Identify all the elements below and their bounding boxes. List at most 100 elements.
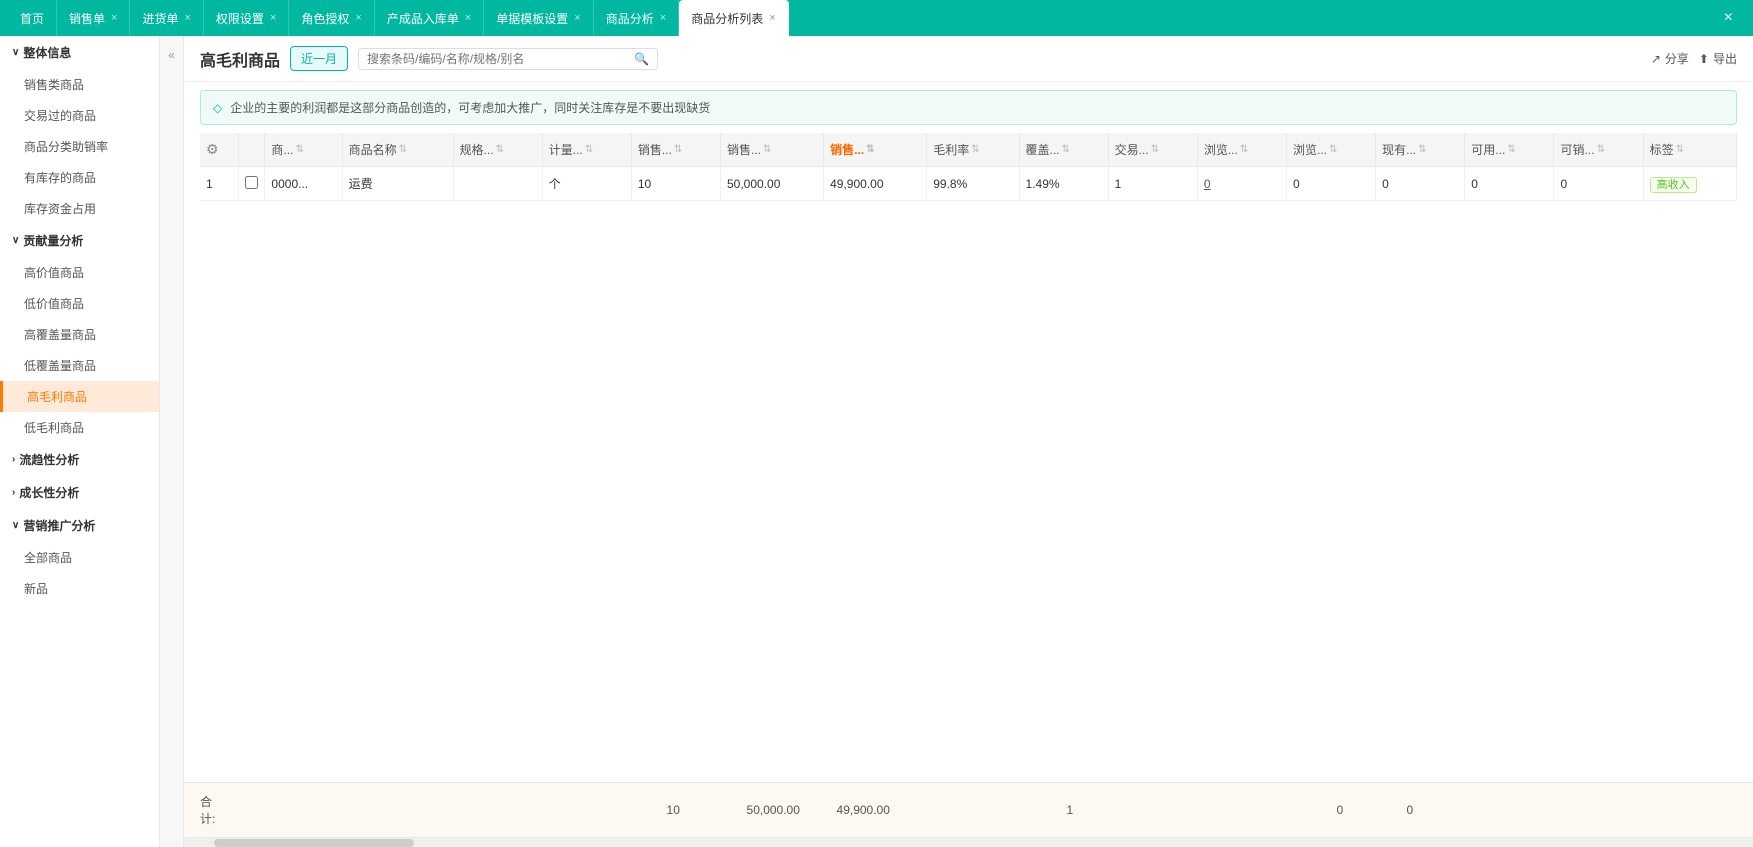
nav-product-analysis[interactable]: 商品分析 ×	[594, 0, 679, 36]
col-browse2[interactable]: 浏览... ⇅	[1286, 133, 1375, 167]
table-row: 1 0000... 运费 个 10 50,000.00 49,900.00 99…	[200, 167, 1737, 201]
col-spec[interactable]: 规格... ⇅	[453, 133, 542, 167]
col-tag[interactable]: 标签 ⇅	[1643, 133, 1736, 167]
sidebar-section-contribution[interactable]: ∨ 贡献量分析	[0, 224, 159, 257]
sidebar-item-all-goods[interactable]: 全部商品	[0, 542, 159, 573]
cell-checkbox[interactable]	[239, 167, 265, 201]
cell-browse1[interactable]: 0	[1197, 167, 1286, 201]
col-coverage[interactable]: 覆盖... ⇅	[1019, 133, 1108, 167]
close-purchase-order[interactable]: ×	[184, 12, 190, 24]
nav-product-analysis-list[interactable]: 商品分析列表 ×	[679, 0, 788, 36]
cell-name: 运费	[342, 167, 453, 201]
close-finished-goods[interactable]: ×	[465, 12, 471, 24]
sort-spec-icon: ⇅	[496, 144, 504, 155]
arrow-marketing: ∨	[12, 520, 19, 531]
share-button[interactable]: ↗ 分享	[1651, 50, 1689, 67]
col-browse1[interactable]: 浏览... ⇅	[1197, 133, 1286, 167]
sidebar-item-stock-goods[interactable]: 有库存的商品	[0, 162, 159, 193]
close-product-analysis-list[interactable]: ×	[769, 12, 775, 24]
settings-icon[interactable]: ⚙	[206, 141, 219, 157]
col-gross-margin[interactable]: 毛利率 ⇅	[927, 133, 1019, 167]
sidebar-section-flow[interactable]: › 流趋性分析	[0, 443, 159, 476]
sort-unit-icon: ⇅	[585, 144, 593, 155]
scrollbar-thumb[interactable]	[214, 839, 414, 847]
cell-spec	[453, 167, 542, 201]
close-role-auth[interactable]: ×	[355, 12, 361, 24]
table-wrapper[interactable]: ⚙ 商... ⇅ 商品名称 ⇅	[184, 133, 1753, 782]
cell-gross-margin: 99.8%	[927, 167, 1019, 201]
share-icon: ↗	[1651, 52, 1661, 66]
sidebar-item-high-coverage[interactable]: 高覆盖量商品	[0, 319, 159, 350]
col-unit[interactable]: 计量... ⇅	[542, 133, 631, 167]
close-sales-order[interactable]: ×	[111, 12, 117, 24]
close-permission-settings[interactable]: ×	[270, 12, 276, 24]
cell-browse2: 0	[1286, 167, 1375, 201]
col-available-stock[interactable]: 可用... ⇅	[1465, 133, 1554, 167]
sidebar-item-low-coverage[interactable]: 低覆盖量商品	[0, 350, 159, 381]
cell-sales-amount: 50,000.00	[721, 167, 824, 201]
col-sales-cost[interactable]: 销售... ⇅	[824, 133, 927, 167]
col-sales-qty[interactable]: 销售... ⇅	[631, 133, 720, 167]
nav-role-auth[interactable]: 角色授权 ×	[289, 0, 374, 36]
nav-finished-goods[interactable]: 产成品入库单 ×	[375, 0, 484, 36]
sidebar-item-new-goods[interactable]: 新品	[0, 573, 159, 604]
date-filter-month[interactable]: 近一月	[290, 46, 348, 71]
table-header-row: ⚙ 商... ⇅ 商品名称 ⇅	[200, 133, 1737, 167]
nav-purchase-order[interactable]: 进货单 ×	[130, 0, 203, 36]
search-wrapper: 🔍	[358, 48, 658, 70]
arrow-growth: ›	[12, 487, 15, 498]
page-title: 高毛利商品	[200, 47, 280, 71]
sidebar-item-traded-goods[interactable]: 交易过的商品	[0, 100, 159, 131]
export-button[interactable]: ⬆ 导出	[1699, 50, 1737, 67]
arrow-contribution: ∨	[12, 235, 19, 246]
close-product-analysis[interactable]: ×	[660, 12, 666, 24]
sort-sales-cost-icon: ⇅	[866, 144, 874, 155]
footer-transaction: 1	[1067, 803, 1127, 817]
nav-home[interactable]: 首页	[8, 0, 57, 36]
sidebar-item-sales-goods[interactable]: 销售类商品	[0, 69, 159, 100]
content-header: 高毛利商品 近一月 🔍 ↗ 分享 ⬆ 导出	[184, 36, 1753, 82]
search-input[interactable]	[367, 52, 634, 66]
sidebar-item-low-margin[interactable]: 低毛利商品	[0, 412, 159, 443]
sort-browse2-icon: ⇅	[1329, 144, 1337, 155]
notice-bar: ◇ 企业的主要的利润都是这部分商品创造的，可考虑加大推广，同时关注库存是不要出现…	[200, 90, 1737, 125]
col-code[interactable]: 商... ⇅	[265, 133, 342, 167]
sort-sales-qty-icon: ⇅	[674, 144, 682, 155]
cell-coverage: 1.49%	[1019, 167, 1108, 201]
sidebar-item-high-value[interactable]: 高价值商品	[0, 257, 159, 288]
sidebar-item-stock-capital[interactable]: 库存资金占用	[0, 193, 159, 224]
sidebar-item-category-rate[interactable]: 商品分类助销率	[0, 131, 159, 162]
col-name[interactable]: 商品名称 ⇅	[342, 133, 453, 167]
notice-icon: ◇	[213, 101, 222, 115]
sort-available-stock-icon: ⇅	[1507, 144, 1515, 155]
close-template-settings[interactable]: ×	[574, 12, 580, 24]
sidebar-item-high-margin[interactable]: 高毛利商品	[0, 381, 159, 412]
nav-permission-settings[interactable]: 权限设置 ×	[204, 0, 289, 36]
cell-index: 1	[200, 167, 239, 201]
close-all-tabs[interactable]: ×	[1712, 9, 1745, 27]
sort-sellable-icon: ⇅	[1596, 144, 1604, 155]
header-actions: ↗ 分享 ⬆ 导出	[1651, 50, 1737, 67]
cell-sales-qty: 10	[631, 167, 720, 201]
col-sales-amount[interactable]: 销售... ⇅	[721, 133, 824, 167]
sidebar-section-overall[interactable]: ∨ 整体信息	[0, 36, 159, 69]
col-current-stock[interactable]: 现有... ⇅	[1376, 133, 1465, 167]
nav-template-settings[interactable]: 单据模板设置 ×	[484, 0, 593, 36]
cell-sales-cost: 49,900.00	[824, 167, 927, 201]
cell-tag: 高收入	[1643, 167, 1736, 201]
row-checkbox[interactable]	[245, 176, 258, 189]
sidebar-section-growth[interactable]: › 成长性分析	[0, 476, 159, 509]
col-settings[interactable]: ⚙	[200, 133, 239, 167]
sidebar-collapse-btn[interactable]: «	[160, 36, 184, 847]
export-icon: ⬆	[1699, 52, 1709, 66]
sidebar-item-low-value[interactable]: 低价值商品	[0, 288, 159, 319]
col-transaction[interactable]: 交易... ⇅	[1108, 133, 1197, 167]
col-sellable[interactable]: 可销... ⇅	[1554, 133, 1643, 167]
cell-unit: 个	[542, 167, 631, 201]
data-table: ⚙ 商... ⇅ 商品名称 ⇅	[200, 133, 1737, 201]
sidebar-section-marketing[interactable]: ∨ 营销推广分析	[0, 509, 159, 542]
horizontal-scrollbar[interactable]	[184, 837, 1753, 847]
cell-code: 0000...	[265, 167, 342, 201]
search-icon[interactable]: 🔍	[634, 52, 649, 66]
nav-sales-order[interactable]: 销售单 ×	[57, 0, 130, 36]
